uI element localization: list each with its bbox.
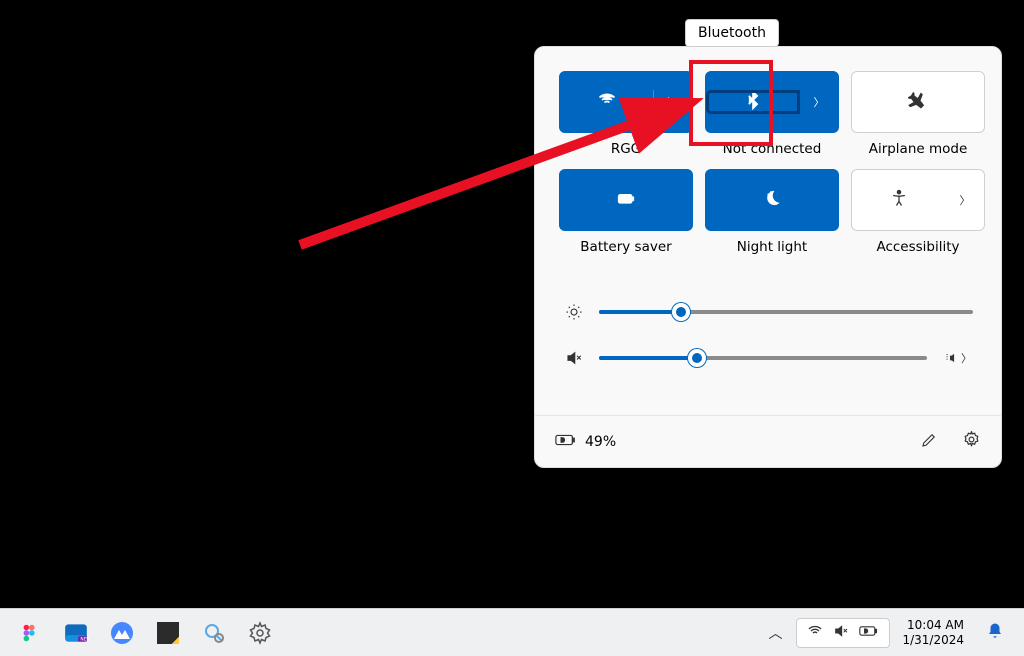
svg-text:NEW: NEW — [80, 636, 89, 642]
volume-mute-icon — [833, 623, 849, 643]
night-light-tile-group: Night light — [705, 169, 839, 255]
tooltip-text: Bluetooth — [698, 25, 766, 41]
wifi-toggle[interactable] — [560, 90, 654, 114]
tray-overflow-button[interactable]: ︿ — [758, 619, 792, 647]
airplane-label: Airplane mode — [869, 141, 968, 157]
battery-saver-tile[interactable] — [559, 169, 693, 231]
battery-icon — [859, 623, 879, 642]
wifi-label: RGG — [611, 141, 641, 157]
accessibility-tile[interactable]: 〉 — [851, 169, 985, 231]
wifi-tile[interactable]: 〉 — [559, 71, 693, 133]
accessibility-toggle[interactable] — [852, 188, 946, 212]
wifi-icon — [597, 90, 617, 114]
airplane-icon — [908, 90, 928, 114]
night-light-icon — [762, 188, 782, 212]
brightness-slider[interactable] — [599, 310, 973, 314]
audio-output-button[interactable]: 〉 — [941, 350, 973, 366]
accessibility-tile-group: 〉 Accessibility — [851, 169, 985, 255]
wifi-expand-button[interactable]: 〉 — [654, 94, 692, 110]
battery-saver-label: Battery saver — [580, 239, 671, 255]
taskbar-right: ︿ 10:04 AM 1/31/2024 — [758, 618, 1014, 648]
clock-time: 10:04 AM — [902, 618, 964, 633]
quick-settings-tiles: 〉 RGG 〉 Not connected — [535, 47, 1001, 265]
bluetooth-toggle[interactable] — [706, 90, 800, 114]
taskbar-app-figma[interactable] — [10, 613, 50, 653]
tray-quick-settings[interactable] — [796, 618, 890, 648]
chevron-up-icon: ︿ — [768, 623, 782, 643]
chevron-right-icon: 〉 — [961, 350, 972, 366]
night-light-tile[interactable] — [705, 169, 839, 231]
panel-footer: 49% — [535, 415, 1001, 467]
bluetooth-tile[interactable]: 〉 — [705, 71, 839, 133]
accessibility-expand-button[interactable]: 〉 — [946, 192, 984, 208]
bluetooth-tile-group: 〉 Not connected — [705, 71, 839, 157]
wifi-tile-group: 〉 RGG — [559, 71, 693, 157]
accessibility-label: Accessibility — [876, 239, 959, 255]
battery-saver-icon — [616, 188, 636, 212]
battery-percent: 49% — [585, 434, 616, 450]
edit-button[interactable] — [920, 431, 938, 453]
settings-button[interactable] — [962, 430, 981, 453]
taskbar-app-notes[interactable] — [148, 613, 188, 653]
battery-status[interactable]: 49% — [555, 432, 616, 452]
brightness-slider-row — [563, 303, 973, 321]
airplane-tile-group: Airplane mode — [851, 71, 985, 157]
taskbar-app-outlook[interactable]: NEW — [56, 613, 96, 653]
taskbar-app-search-settings[interactable] — [194, 613, 234, 653]
taskbar: NEW ︿ 10:04 AM 1/31/2024 — [0, 608, 1024, 656]
chevron-right-icon: 〉 — [668, 94, 679, 110]
brightness-icon — [563, 303, 585, 321]
chevron-right-icon: 〉 — [814, 94, 825, 110]
volume-slider[interactable] — [599, 356, 927, 360]
taskbar-app-nordvpn[interactable] — [102, 613, 142, 653]
battery-icon — [555, 432, 577, 452]
bluetooth-tooltip: Bluetooth — [685, 19, 779, 47]
taskbar-app-settings[interactable] — [240, 613, 280, 653]
battery-saver-tile-group: Battery saver — [559, 169, 693, 255]
volume-slider-row: 〉 — [563, 349, 973, 367]
airplane-tile[interactable] — [851, 71, 985, 133]
night-light-label: Night light — [737, 239, 807, 255]
taskbar-left: NEW — [10, 613, 280, 653]
bell-icon — [986, 622, 1004, 644]
wifi-icon — [807, 623, 823, 643]
quick-settings-panel: 〉 RGG 〉 Not connected — [534, 46, 1002, 468]
sliders-section: 〉 — [535, 265, 1001, 415]
bluetooth-icon — [743, 90, 763, 114]
taskbar-clock[interactable]: 10:04 AM 1/31/2024 — [894, 618, 972, 648]
accessibility-icon — [889, 188, 909, 212]
bluetooth-expand-button[interactable]: 〉 — [800, 94, 838, 110]
volume-mute-icon[interactable] — [563, 349, 585, 367]
notifications-button[interactable] — [976, 618, 1014, 648]
bluetooth-label: Not connected — [723, 141, 822, 157]
chevron-right-icon: 〉 — [960, 192, 971, 208]
clock-date: 1/31/2024 — [902, 633, 964, 648]
